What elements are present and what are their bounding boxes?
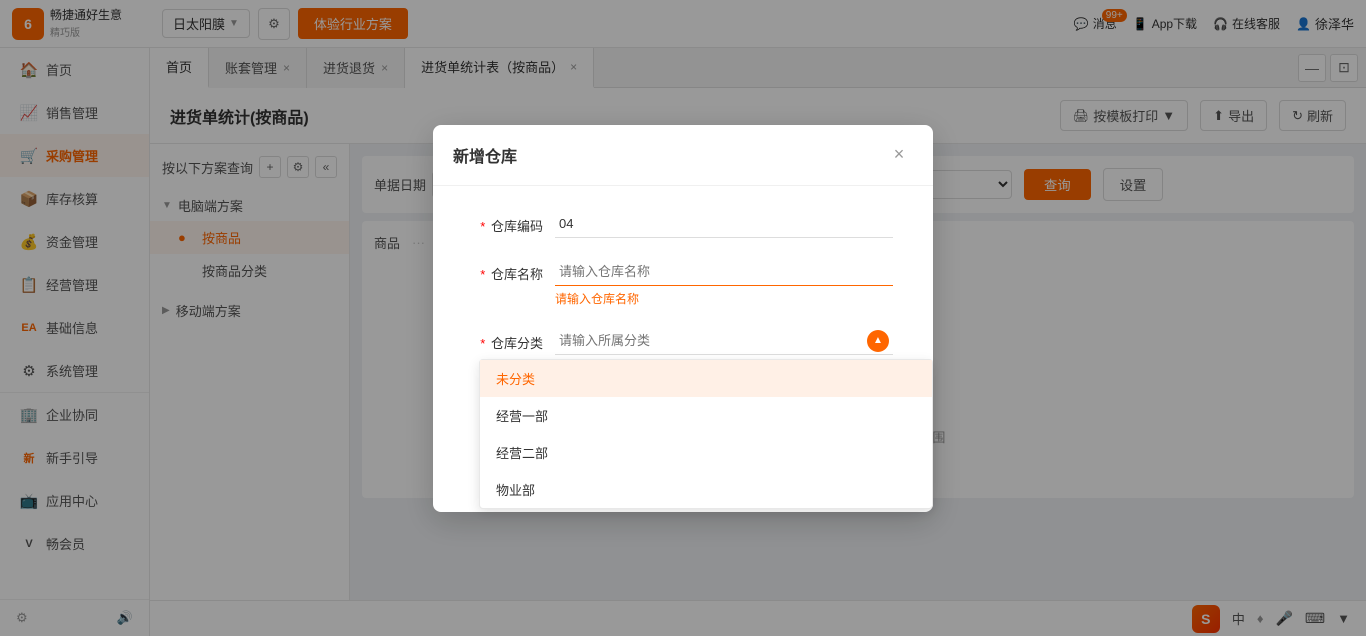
modal-overlay[interactable]: 新增仓库 × * 仓库编码 * 仓库名称 请输入仓库名称 — [0, 0, 1366, 636]
required-icon-cat: * — [480, 336, 485, 351]
modal-title: 新增仓库 — [453, 143, 517, 167]
category-input[interactable] — [555, 327, 893, 355]
category-dropdown-list: 未分类 经营一部 经营二部 物业部 — [479, 359, 933, 509]
name-error-message: 请输入仓库名称 — [555, 290, 893, 307]
required-icon: * — [480, 219, 485, 234]
category-dropdown-arrow[interactable]: ▲ — [867, 330, 889, 352]
modal-header: 新增仓库 × — [433, 125, 933, 186]
category-form-item: * 仓库分类 ▲ 未分类 经营一部 经营二部 物业部 — [473, 327, 893, 355]
modal-add-warehouse: 新增仓库 × * 仓库编码 * 仓库名称 请输入仓库名称 — [433, 125, 933, 512]
category-dropdown-wrapper: ▲ 未分类 经营一部 经营二部 物业部 — [555, 327, 893, 355]
name-label: * 仓库名称 — [473, 258, 543, 283]
dropdown-item-property[interactable]: 物业部 — [480, 471, 932, 508]
modal-body: * 仓库编码 * 仓库名称 请输入仓库名称 * — [433, 186, 933, 447]
code-label: * 仓库编码 — [473, 210, 543, 235]
dropdown-item-uncategorized[interactable]: 未分类 — [480, 360, 932, 397]
required-icon-name: * — [480, 267, 485, 282]
name-input[interactable] — [555, 258, 893, 286]
category-label: * 仓库分类 — [473, 327, 543, 352]
dropdown-item-operations2[interactable]: 经营二部 — [480, 434, 932, 471]
name-form-item: * 仓库名称 请输入仓库名称 — [473, 258, 893, 307]
code-input[interactable] — [555, 210, 893, 238]
modal-close-button[interactable]: × — [885, 141, 913, 169]
code-form-item: * 仓库编码 — [473, 210, 893, 238]
dropdown-item-operations1[interactable]: 经营一部 — [480, 397, 932, 434]
